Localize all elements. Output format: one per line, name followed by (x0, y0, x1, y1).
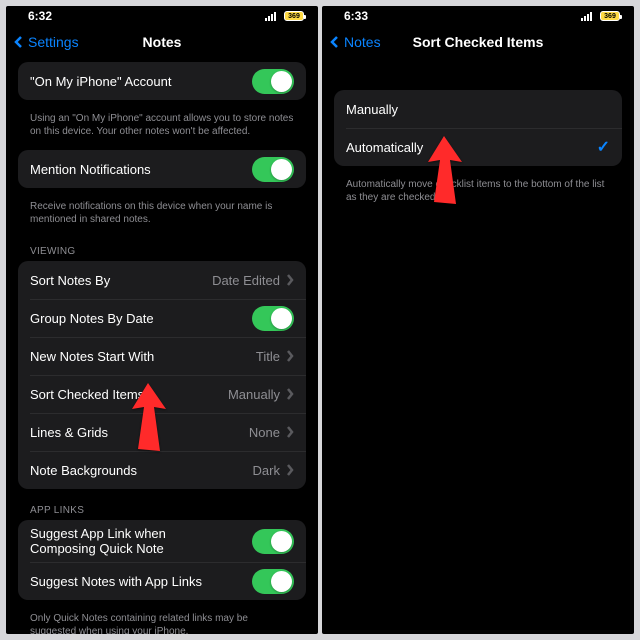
row-label: Sort Checked Items (30, 387, 144, 402)
row-label: Sort Notes By (30, 273, 110, 288)
chevron-right-icon (286, 274, 294, 286)
chevron-left-icon (12, 35, 26, 49)
row-value: Manually (228, 387, 280, 402)
group-app-links: Suggest App Link when Composing Quick No… (18, 520, 306, 600)
row-note-backgrounds[interactable]: Note Backgrounds Dark (18, 451, 306, 489)
checkmark-icon: ✓ (597, 137, 610, 157)
row-label: "On My iPhone" Account (30, 74, 171, 89)
footer-mentions: Receive notifications on this device whe… (18, 196, 306, 238)
phone-notes-settings: 6:32 ⁠ 369 Settings Notes "On My iPhone"… (6, 6, 318, 634)
row-lines-and-grids[interactable]: Lines & Grids None (18, 413, 306, 451)
chevron-left-icon (328, 35, 342, 49)
battery-icon: 369 (284, 11, 304, 21)
group-on-my-iphone: "On My iPhone" Account (18, 62, 306, 100)
footer-on-my-iphone: Using an "On My iPhone" account allows y… (18, 108, 306, 150)
row-sort-checked-items[interactable]: Sort Checked Items Manually (18, 375, 306, 413)
chevron-right-icon (286, 350, 294, 362)
footer-automatically: Automatically move checklist items to th… (334, 174, 622, 216)
row-label: Mention Notifications (30, 162, 151, 177)
chevron-right-icon (286, 388, 294, 400)
row-on-my-iphone-account[interactable]: "On My iPhone" Account (18, 62, 306, 100)
signal-icon (265, 12, 276, 21)
section-header-app-links: APP LINKS (18, 497, 306, 520)
back-label: Settings (28, 34, 79, 50)
group-viewing: Sort Notes By Date Edited Group Notes By… (18, 261, 306, 489)
row-value: Dark (253, 463, 280, 478)
status-bar: 6:32 ⁠ 369 (6, 6, 318, 22)
toggle-on-my-iphone[interactable] (252, 69, 294, 94)
row-label: Suggest Notes with App Links (30, 574, 202, 589)
row-automatically[interactable]: Automatically ✓ (334, 128, 622, 166)
row-suggest-app-link-quick-note[interactable]: Suggest App Link when Composing Quick No… (18, 520, 306, 562)
signal-icon (581, 12, 592, 21)
chevron-right-icon (286, 426, 294, 438)
battery-icon: 369 (600, 11, 620, 21)
row-label: Group Notes By Date (30, 311, 154, 326)
toggle-suggest-quick-note[interactable] (252, 529, 294, 554)
status-time: 6:33 (344, 9, 368, 23)
row-sort-notes-by[interactable]: Sort Notes By Date Edited (18, 261, 306, 299)
row-value: Title (256, 349, 280, 364)
row-value: Date Edited (212, 273, 280, 288)
row-suggest-notes-with-app-links[interactable]: Suggest Notes with App Links (18, 562, 306, 600)
toggle-mentions[interactable] (252, 157, 294, 182)
row-label: Manually (346, 102, 398, 117)
row-label: Note Backgrounds (30, 463, 137, 478)
back-button[interactable]: Settings (6, 34, 79, 50)
phone-sort-checked-items: 6:33 ⁠ 369 Notes Sort Checked Items Manu… (322, 6, 634, 634)
row-mention-notifications[interactable]: Mention Notifications (18, 150, 306, 188)
nav-bar: Notes Sort Checked Items (322, 22, 634, 62)
back-label: Notes (344, 34, 381, 50)
toggle-suggest-notes-app-links[interactable] (252, 569, 294, 594)
row-label: Suggest App Link when Composing Quick No… (30, 526, 230, 556)
toggle-group-by-date[interactable] (252, 306, 294, 331)
chevron-right-icon (286, 464, 294, 476)
group-sort-options: Manually Automatically ✓ (334, 90, 622, 166)
row-new-notes-start-with[interactable]: New Notes Start With Title (18, 337, 306, 375)
row-value: None (249, 425, 280, 440)
nav-bar: Settings Notes (6, 22, 318, 62)
footer-app-links: Only Quick Notes containing related link… (18, 608, 306, 634)
status-bar: 6:33 ⁠ 369 (322, 6, 634, 22)
row-label: New Notes Start With (30, 349, 154, 364)
row-manually[interactable]: Manually (334, 90, 622, 128)
row-label: Automatically (346, 140, 423, 155)
section-header-viewing: VIEWING (18, 238, 306, 261)
status-time: 6:32 (28, 9, 52, 23)
row-label: Lines & Grids (30, 425, 108, 440)
group-mentions: Mention Notifications (18, 150, 306, 188)
row-group-notes-by-date[interactable]: Group Notes By Date (18, 299, 306, 337)
back-button[interactable]: Notes (322, 34, 381, 50)
